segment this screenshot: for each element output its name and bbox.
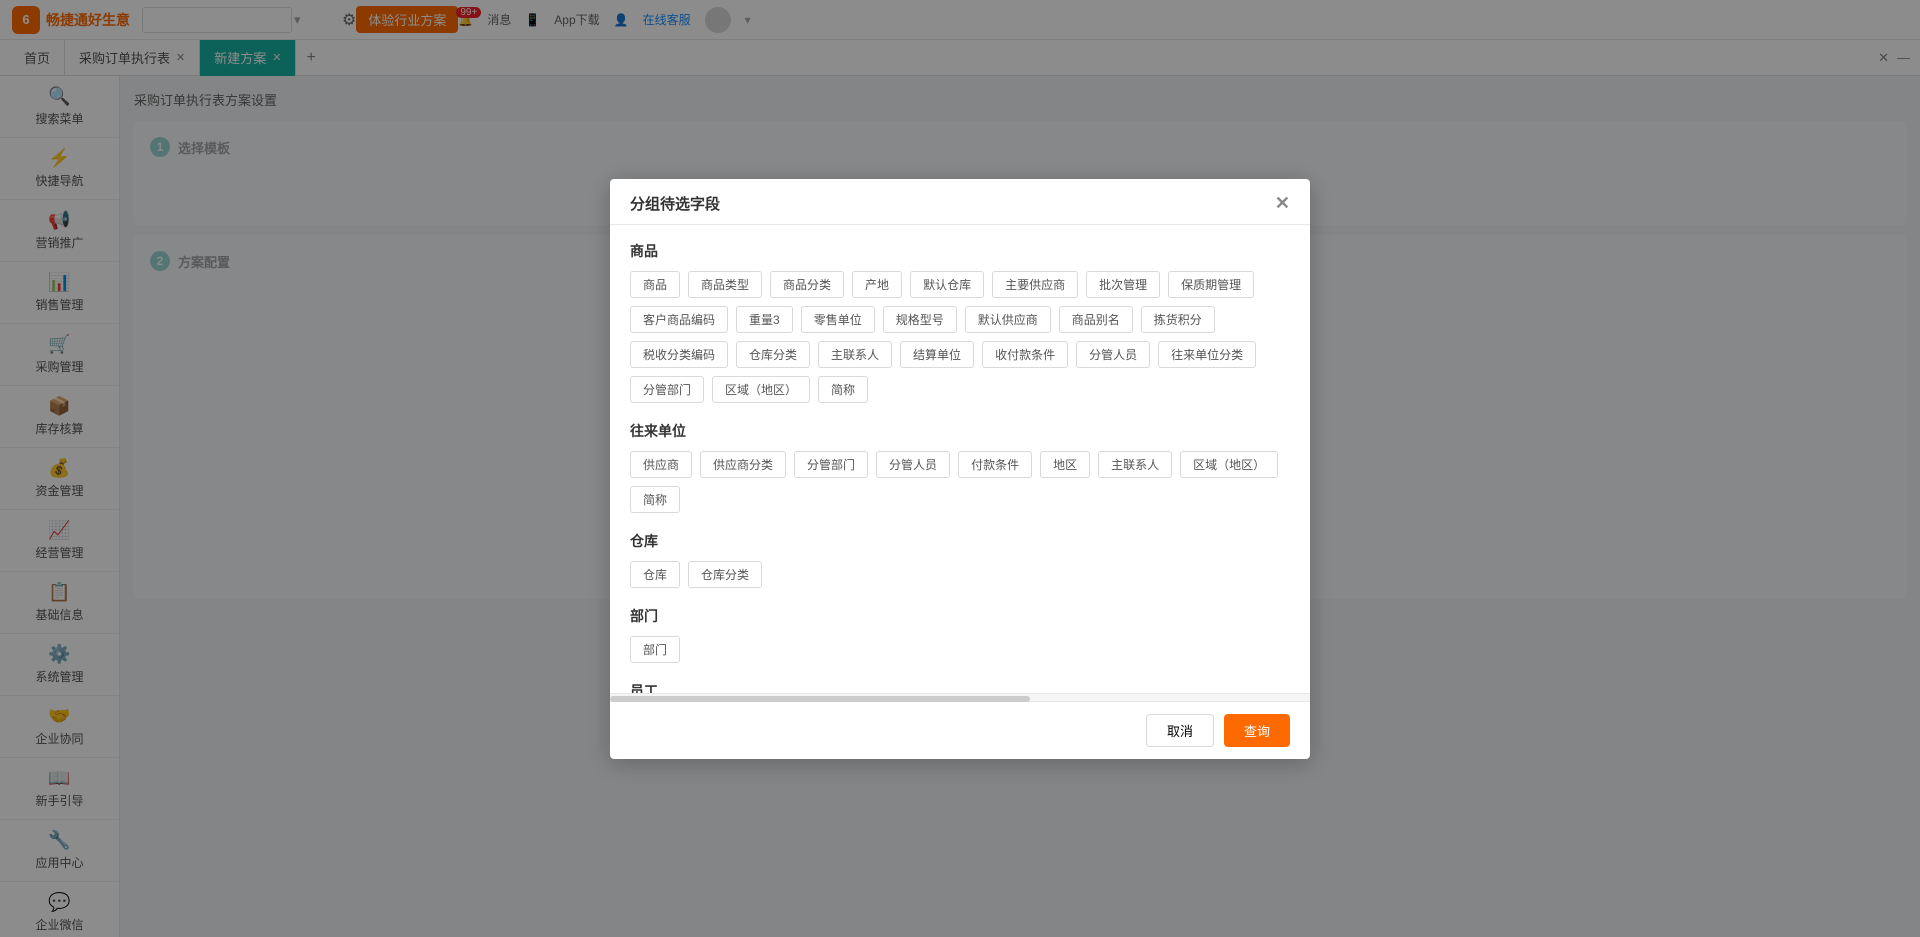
section-dept-chips: 部门 <box>630 636 1290 663</box>
chip-product[interactable]: 商品 <box>630 271 680 298</box>
chip-customer-sku[interactable]: 客户商品编码 <box>630 306 728 333</box>
chip-contact-cat[interactable]: 往来单位分类 <box>1158 341 1256 368</box>
chip-contact-region[interactable]: 区域（地区） <box>1180 451 1278 478</box>
section-warehouse-title: 仓库 <box>630 531 1290 551</box>
chip-payment-terms[interactable]: 收付款条件 <box>982 341 1068 368</box>
chip-weight3[interactable]: 重量3 <box>736 306 793 333</box>
chip-supplier-cat[interactable]: 供应商分类 <box>700 451 786 478</box>
section-dept: 部门 部门 <box>630 606 1290 663</box>
chip-region[interactable]: 区域（地区） <box>712 376 810 403</box>
chip-batch-mgmt[interactable]: 批次管理 <box>1086 271 1160 298</box>
modal-body: 商品 商品 商品类型 商品分类 产地 默认仓库 主要供应商 批次管理 保质期管理… <box>610 225 1310 693</box>
section-product-chips: 商品 商品类型 商品分类 产地 默认仓库 主要供应商 批次管理 保质期管理 客户… <box>630 271 1290 403</box>
chip-contact-abbrev[interactable]: 简称 <box>630 486 680 513</box>
chip-pick-points[interactable]: 拣货积分 <box>1141 306 1215 333</box>
chip-dept[interactable]: 分管部门 <box>630 376 704 403</box>
chip-warehouse-cat[interactable]: 仓库分类 <box>736 341 810 368</box>
chip-area[interactable]: 地区 <box>1040 451 1090 478</box>
chip-main-supplier[interactable]: 主要供应商 <box>992 271 1078 298</box>
modal-horizontal-scrollbar[interactable] <box>610 693 1310 701</box>
cancel-button[interactable]: 取消 <box>1146 714 1214 747</box>
chip-default-warehouse[interactable]: 默认仓库 <box>910 271 984 298</box>
modal-hscroll-thumb[interactable] <box>610 696 1030 702</box>
modal-title: 分组待选字段 <box>630 193 720 214</box>
chip-department[interactable]: 部门 <box>630 636 680 663</box>
chip-main-contact[interactable]: 主联系人 <box>818 341 892 368</box>
section-product: 商品 商品 商品类型 商品分类 产地 默认仓库 主要供应商 批次管理 保质期管理… <box>630 241 1290 403</box>
chip-supplier[interactable]: 供应商 <box>630 451 692 478</box>
chip-payment-cond[interactable]: 付款条件 <box>958 451 1032 478</box>
chip-contact-dept[interactable]: 分管部门 <box>794 451 868 478</box>
chip-manager[interactable]: 分管人员 <box>1076 341 1150 368</box>
chip-product-cat[interactable]: 商品分类 <box>770 271 844 298</box>
section-product-title: 商品 <box>630 241 1290 261</box>
section-contact: 往来单位 供应商 供应商分类 分管部门 分管人员 付款条件 地区 主联系人 区域… <box>630 421 1290 513</box>
chip-default-supplier[interactable]: 默认供应商 <box>965 306 1051 333</box>
chip-contact-main[interactable]: 主联系人 <box>1098 451 1172 478</box>
chip-product-type[interactable]: 商品类型 <box>688 271 762 298</box>
chip-settle-unit[interactable]: 结算单位 <box>900 341 974 368</box>
modal-header: 分组待选字段 ✕ <box>610 179 1310 225</box>
chip-abbrev[interactable]: 简称 <box>818 376 868 403</box>
chip-product-alias[interactable]: 商品别名 <box>1059 306 1133 333</box>
section-contact-title: 往来单位 <box>630 421 1290 441</box>
chip-warehouse-class[interactable]: 仓库分类 <box>688 561 762 588</box>
section-staff: 员工 业务员 <box>630 681 1290 693</box>
chip-warehouse[interactable]: 仓库 <box>630 561 680 588</box>
chip-contact-manager[interactable]: 分管人员 <box>876 451 950 478</box>
section-warehouse: 仓库 仓库 仓库分类 <box>630 531 1290 588</box>
section-contact-chips: 供应商 供应商分类 分管部门 分管人员 付款条件 地区 主联系人 区域（地区） … <box>630 451 1290 513</box>
modal-overlay: 分组待选字段 ✕ 商品 商品 商品类型 商品分类 产地 默认仓库 主要供应商 批… <box>0 0 1920 937</box>
section-warehouse-chips: 仓库 仓库分类 <box>630 561 1290 588</box>
chip-origin[interactable]: 产地 <box>852 271 902 298</box>
modal-close-button[interactable]: ✕ <box>1275 194 1290 212</box>
chip-spec-model[interactable]: 规格型号 <box>883 306 957 333</box>
confirm-button[interactable]: 查询 <box>1224 714 1290 747</box>
modal-footer: 取消 查询 <box>610 701 1310 759</box>
section-staff-title: 员工 <box>630 681 1290 693</box>
modal-dialog: 分组待选字段 ✕ 商品 商品 商品类型 商品分类 产地 默认仓库 主要供应商 批… <box>610 179 1310 759</box>
chip-retail-unit[interactable]: 零售单位 <box>801 306 875 333</box>
chip-shelf-life[interactable]: 保质期管理 <box>1168 271 1254 298</box>
section-dept-title: 部门 <box>630 606 1290 626</box>
chip-tax-code[interactable]: 税收分类编码 <box>630 341 728 368</box>
